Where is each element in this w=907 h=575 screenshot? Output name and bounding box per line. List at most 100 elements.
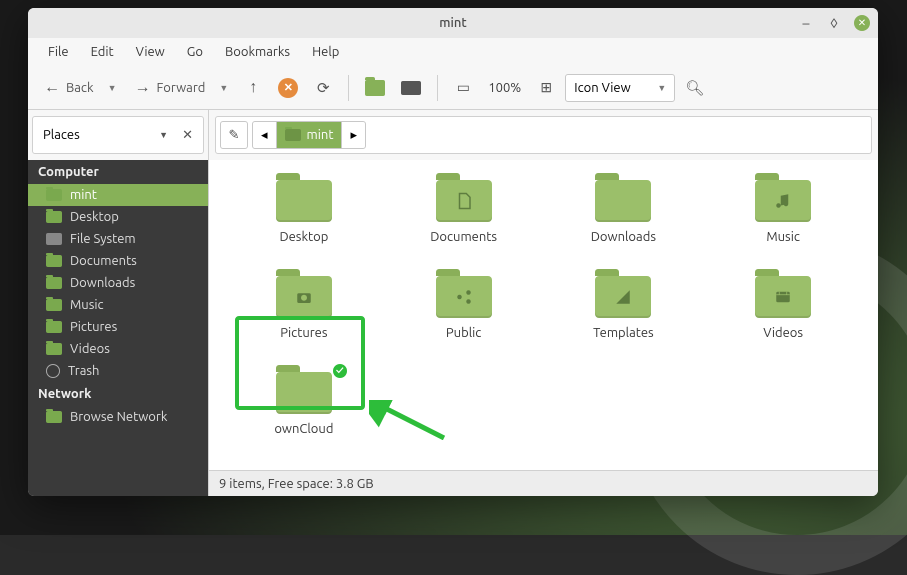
sync-check-emblem: ✓ bbox=[331, 362, 349, 380]
close-button[interactable]: ✕ bbox=[854, 15, 870, 31]
folder-downloads[interactable]: Downloads bbox=[549, 174, 699, 250]
forward-label: Forward bbox=[156, 81, 205, 95]
file-label: Music bbox=[766, 230, 800, 244]
sidebar-item-pictures[interactable]: Pictures bbox=[28, 316, 208, 338]
folder-icon bbox=[46, 255, 62, 267]
sidebar-item-label: Pictures bbox=[70, 320, 117, 334]
folder-public[interactable]: Public bbox=[389, 270, 539, 346]
arrow-right-icon: → bbox=[134, 78, 150, 97]
folder-pictures[interactable]: Pictures bbox=[229, 270, 379, 346]
zoom-out-button[interactable]: ▭ bbox=[448, 73, 478, 103]
folder-icon bbox=[46, 343, 62, 355]
nav-forward-group: → Forward ▼ bbox=[126, 73, 234, 103]
toolbar: ← Back ▼ → Forward ▼ ↑ ✕ ⟳ ▭ 100% ⊞ Icon… bbox=[28, 66, 878, 110]
folder-music[interactable]: Music bbox=[708, 174, 858, 250]
menubar: File Edit View Go Bookmarks Help bbox=[28, 38, 878, 66]
folder-icon bbox=[276, 180, 332, 222]
breadcrumb-next-button[interactable]: ▸ bbox=[341, 122, 365, 148]
menu-view[interactable]: View bbox=[126, 41, 175, 63]
back-history-dropdown[interactable]: ▼ bbox=[102, 83, 123, 93]
zoom-out-icon: ▭ bbox=[457, 79, 470, 96]
sidebar-item-mint[interactable]: mint bbox=[28, 184, 208, 206]
sidebar-section-computer: Computer bbox=[28, 160, 208, 184]
back-button[interactable]: ← Back bbox=[36, 73, 102, 103]
breadcrumb: ◂ mint ▸ bbox=[252, 121, 366, 149]
sidebar-item-downloads[interactable]: Downloads bbox=[28, 272, 208, 294]
document-icon bbox=[455, 192, 473, 210]
folder-templates[interactable]: Templates bbox=[549, 270, 699, 346]
folder-icon bbox=[276, 372, 332, 414]
sidebar: Computer mint Desktop File System Docume… bbox=[28, 160, 208, 496]
places-dropdown[interactable]: ▼ bbox=[159, 130, 168, 140]
menu-go[interactable]: Go bbox=[177, 41, 213, 63]
forward-history-dropdown[interactable]: ▼ bbox=[213, 83, 234, 93]
window-controls: – ◊ ✕ bbox=[798, 8, 870, 38]
folder-icon bbox=[436, 180, 492, 222]
reload-button[interactable]: ⟳ bbox=[308, 73, 338, 103]
stop-button[interactable]: ✕ bbox=[272, 73, 304, 103]
folder-icon bbox=[595, 180, 651, 222]
sidebar-item-music[interactable]: Music bbox=[28, 294, 208, 316]
file-label: Pictures bbox=[280, 326, 327, 340]
sidebar-item-documents[interactable]: Documents bbox=[28, 250, 208, 272]
folder-icon bbox=[46, 299, 62, 311]
forward-button[interactable]: → Forward bbox=[126, 73, 213, 103]
sidebar-item-label: Desktop bbox=[70, 210, 119, 224]
status-text: 9 items, Free space: 3.8 GB bbox=[219, 477, 374, 491]
toolbar-separator bbox=[437, 75, 438, 101]
sidebar-item-desktop[interactable]: Desktop bbox=[28, 206, 208, 228]
folder-videos[interactable]: Videos bbox=[708, 270, 858, 346]
breadcrumb-label: mint bbox=[307, 128, 334, 142]
folder-icon bbox=[436, 276, 492, 318]
stop-icon: ✕ bbox=[278, 78, 298, 98]
folder-icon bbox=[46, 411, 62, 423]
back-label: Back bbox=[66, 81, 94, 95]
menu-bookmarks[interactable]: Bookmarks bbox=[215, 41, 300, 63]
drive-icon bbox=[46, 233, 62, 245]
titlebar: mint – ◊ ✕ bbox=[28, 8, 878, 38]
search-button[interactable]: 🔍︎ bbox=[679, 73, 710, 103]
folder-desktop[interactable]: Desktop bbox=[229, 174, 379, 250]
places-close-button[interactable]: ✕ bbox=[182, 128, 193, 143]
music-icon bbox=[774, 192, 792, 210]
icon-view-area[interactable]: Desktop Documents Downloads Music bbox=[209, 160, 878, 470]
arrow-up-icon: ↑ bbox=[249, 78, 257, 97]
file-label: Documents bbox=[430, 230, 497, 244]
minimize-button[interactable]: – bbox=[798, 15, 814, 31]
sidebar-item-label: Videos bbox=[70, 342, 110, 356]
menu-help[interactable]: Help bbox=[302, 41, 349, 63]
computer-icon bbox=[401, 81, 421, 95]
file-manager-window: mint – ◊ ✕ File Edit View Go Bookmarks H… bbox=[28, 8, 878, 496]
zoom-in-button[interactable]: ⊞ bbox=[531, 73, 561, 103]
pencil-icon: ✎ bbox=[229, 128, 240, 143]
sidebar-item-label: Trash bbox=[68, 364, 99, 378]
folder-owncloud[interactable]: ✓ ownCloud bbox=[229, 366, 379, 442]
sidebar-item-label: File System bbox=[70, 232, 136, 246]
menu-file[interactable]: File bbox=[38, 41, 79, 63]
view-mode-select[interactable]: Icon View ▼ bbox=[565, 74, 675, 102]
file-label: Public bbox=[446, 326, 481, 340]
folder-icon bbox=[595, 276, 651, 318]
up-button[interactable]: ↑ bbox=[238, 73, 268, 103]
maximize-button[interactable]: ◊ bbox=[826, 15, 842, 31]
search-icon: 🔍︎ bbox=[685, 79, 704, 97]
sidebar-item-videos[interactable]: Videos bbox=[28, 338, 208, 360]
toolbar-separator bbox=[348, 75, 349, 101]
folder-icon bbox=[285, 129, 301, 141]
home-button[interactable] bbox=[359, 73, 391, 103]
edit-path-button[interactable]: ✎ bbox=[220, 121, 248, 149]
share-icon bbox=[455, 288, 473, 306]
folder-documents[interactable]: Documents bbox=[389, 174, 539, 250]
folder-icon bbox=[755, 276, 811, 318]
camera-icon bbox=[295, 288, 313, 306]
folder-icon bbox=[46, 211, 62, 223]
breadcrumb-prev-button[interactable]: ◂ bbox=[253, 122, 277, 148]
sidebar-item-trash[interactable]: Trash bbox=[28, 360, 208, 382]
breadcrumb-current[interactable]: mint bbox=[277, 122, 342, 148]
menu-edit[interactable]: Edit bbox=[81, 41, 124, 63]
sidebar-item-browse-network[interactable]: Browse Network bbox=[28, 406, 208, 428]
sidebar-section-network: Network bbox=[28, 382, 208, 406]
computer-button[interactable] bbox=[395, 73, 427, 103]
sidebar-item-filesystem[interactable]: File System bbox=[28, 228, 208, 250]
view-mode-label: Icon View bbox=[574, 81, 630, 95]
